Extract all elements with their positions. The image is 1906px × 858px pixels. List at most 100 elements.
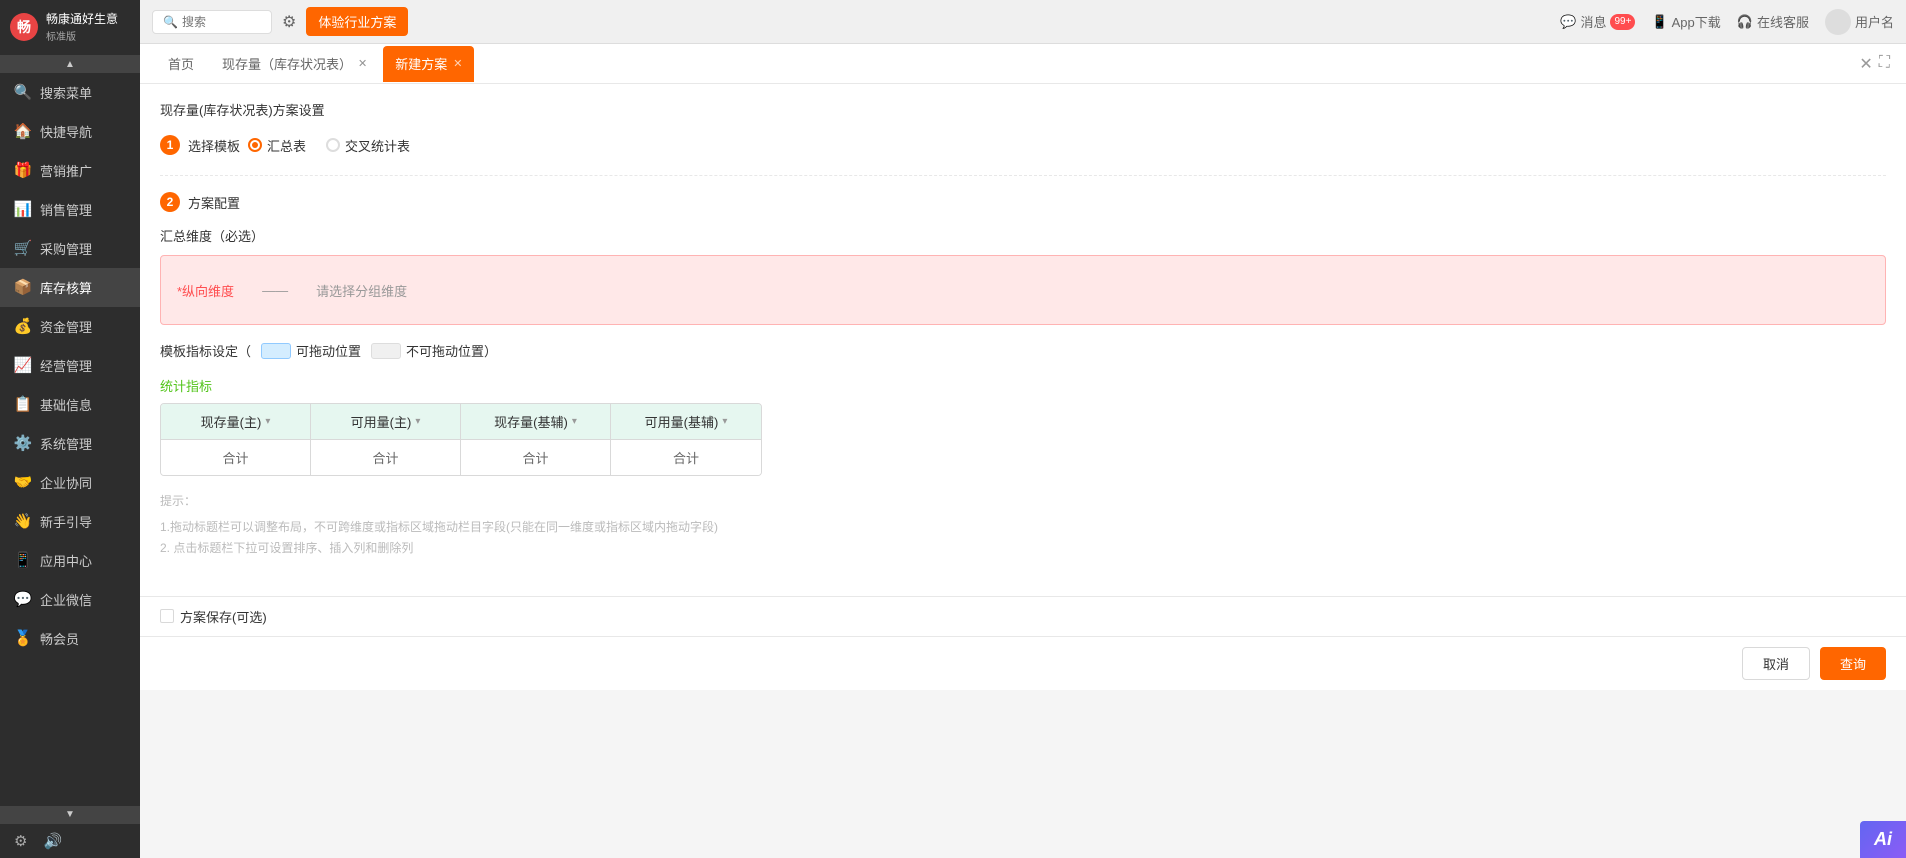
sidebar-item-wechat[interactable]: 💬 企业微信 — [0, 580, 140, 619]
checkbox-icon[interactable] — [160, 609, 174, 623]
tab-actions: ✕ ⛶ — [1859, 54, 1890, 74]
tab-inventory-close-icon[interactable]: ✕ — [358, 57, 367, 70]
app-version: 标准版 — [46, 28, 118, 43]
sidebar-item-marketing[interactable]: 🎁 营销推广 — [0, 151, 140, 190]
online-service-button[interactable]: 🎧 在线客服 — [1737, 12, 1809, 31]
sidebar-item-search-menu[interactable]: 🔍 搜索菜单 — [0, 73, 140, 112]
main-area: 🔍 ⚙ 体验行业方案 💬 消息 99+ 📱 App下载 🎧 在线客服 用户名 — [140, 0, 1906, 858]
sidebar-item-label: 应用中心 — [40, 551, 92, 570]
hints-title: 提示： — [160, 491, 1886, 513]
radio-cross-circle — [326, 138, 340, 152]
topbar-right: 💬 消息 99+ 📱 App下载 🎧 在线客服 用户名 — [1560, 9, 1894, 35]
sidebar-item-label: 快捷导航 — [40, 122, 92, 141]
stats-header-col-3[interactable]: 可用量(基辅) ▾ — [611, 404, 761, 439]
tab-new-plan[interactable]: 新建方案 ✕ — [383, 46, 474, 82]
stats-header-label-2: 现存量(基辅) — [494, 412, 568, 431]
stats-header-col-2[interactable]: 现存量(基辅) ▾ — [461, 404, 611, 439]
finance-icon: 💰 — [14, 317, 32, 335]
expand-icon[interactable]: ⛶ — [1879, 54, 1890, 74]
sidebar-item-sales[interactable]: 📊 销售管理 — [0, 190, 140, 229]
sidebar-scroll-down[interactable]: ▼ — [0, 806, 140, 823]
page-title: 现存量(库存状况表)方案设置 — [160, 100, 1886, 119]
sidebar-item-basic-info[interactable]: 📋 基础信息 — [0, 385, 140, 424]
sidebar-item-purchase[interactable]: 🛒 采购管理 — [0, 229, 140, 268]
radio-cross[interactable]: 交叉统计表 — [326, 136, 410, 155]
sidebar-item-newbie[interactable]: 👋 新手引导 — [0, 502, 140, 541]
sidebar-item-label: 基础信息 — [40, 395, 92, 414]
sidebar-item-member[interactable]: 🏅 畅会员 — [0, 619, 140, 658]
app-logo: 畅 畅康通好生意 标准版 — [0, 0, 140, 56]
dropdown-arrow-0[interactable]: ▾ — [265, 416, 270, 427]
sidebar-item-label: 营销推广 — [40, 161, 92, 180]
stats-header-col-0[interactable]: 现存量(主) ▾ — [161, 404, 311, 439]
query-button[interactable]: 查询 — [1820, 647, 1886, 680]
dimension-config: 汇总维度（必选） *纵向维度 —— 请选择分组维度 — [160, 226, 1886, 325]
basic-info-icon: 📋 — [14, 395, 32, 413]
sidebar-item-cooperation[interactable]: 🤝 企业协同 — [0, 463, 140, 502]
hints-section: 提示： 1.拖动标题栏可以调整布局，不可跨维度或指标区域拖动栏目字段(只能在同一… — [160, 491, 1886, 560]
message-button[interactable]: 💬 消息 99+ — [1560, 12, 1635, 31]
app-download-button[interactable]: 📱 App下载 — [1651, 12, 1720, 31]
stats-header-col-1[interactable]: 可用量(主) ▾ — [311, 404, 461, 439]
system-icon: ⚙️ — [14, 434, 32, 452]
template-indicator-prefix: 模板指标设定（ — [160, 341, 251, 360]
non-draggable-label: 不可拖动位置） — [406, 341, 497, 360]
trial-button[interactable]: 体验行业方案 — [306, 7, 408, 36]
save-checkbox[interactable]: 方案保存(可选) — [160, 607, 267, 626]
step2-title: 方案配置 — [188, 193, 240, 212]
stats-header-label-1: 可用量(主) — [351, 412, 412, 431]
sidebar-item-label: 系统管理 — [40, 434, 92, 453]
member-icon: 🏅 — [14, 629, 32, 647]
stats-table: 现存量(主) ▾ 可用量(主) ▾ 现存量(基辅) ▾ — [160, 403, 762, 476]
step1-badge: 1 — [160, 135, 180, 155]
search-input[interactable] — [182, 15, 262, 29]
cancel-button[interactable]: 取消 — [1742, 647, 1810, 680]
close-panel-icon[interactable]: ✕ — [1859, 54, 1872, 74]
hint-2: 2. 点击标题栏下拉可设置排序、插入列和删除列 — [160, 538, 1886, 560]
sidebar-bottom: ⚙ 🔊 — [0, 823, 140, 858]
settings-icon[interactable]: ⚙ — [14, 832, 27, 850]
dimension-area[interactable]: *纵向维度 —— 请选择分组维度 — [160, 255, 1886, 325]
stats-header-row: 现存量(主) ▾ 可用量(主) ▾ 现存量(基辅) ▾ — [161, 404, 761, 439]
stats-header-label-3: 可用量(基辅) — [645, 412, 719, 431]
sidebar-item-finance[interactable]: 💰 资金管理 — [0, 307, 140, 346]
logo-icon: 畅 — [10, 13, 38, 41]
tab-new-plan-label: 新建方案 — [395, 54, 447, 73]
sidebar-item-label: 新手引导 — [40, 512, 92, 531]
sidebar-item-inventory[interactable]: 📦 库存核算 — [0, 268, 140, 307]
radio-cross-label: 交叉统计表 — [345, 136, 410, 155]
sidebar-item-app-center[interactable]: 📱 应用中心 — [0, 541, 140, 580]
step-divider — [160, 175, 1886, 176]
template-indicator: 模板指标设定（ 可拖动位置 不可拖动位置） — [160, 341, 1886, 360]
dropdown-arrow-3[interactable]: ▾ — [722, 416, 727, 427]
radio-summary[interactable]: 汇总表 — [248, 136, 306, 155]
dropdown-arrow-1[interactable]: ▾ — [415, 416, 420, 427]
sidebar-item-quick-nav[interactable]: 🏠 快捷导航 — [0, 112, 140, 151]
footer-buttons: 取消 查询 — [140, 636, 1906, 690]
user-menu[interactable]: 用户名 — [1825, 9, 1894, 35]
hint-1: 1.拖动标题栏可以调整布局，不可跨维度或指标区域拖动栏目字段(只能在同一维度或指… — [160, 517, 1886, 539]
sidebar-item-label: 采购管理 — [40, 239, 92, 258]
tabbar: 首页 现存量（库存状况表） ✕ 新建方案 ✕ ✕ ⛶ — [140, 44, 1906, 84]
tab-new-plan-close-icon[interactable]: ✕ — [453, 57, 462, 70]
sidebar-nav: 🔍 搜索菜单 🏠 快捷导航 🎁 营销推广 📊 销售管理 🛒 采购管理 📦 库存核… — [0, 73, 140, 806]
tab-inventory-status[interactable]: 现存量（库存状况表） ✕ — [210, 46, 379, 82]
stats-body-col-2: 合计 — [461, 440, 611, 475]
sidebar-item-label: 库存核算 — [40, 278, 92, 297]
sidebar-item-label: 企业微信 — [40, 590, 92, 609]
stats-title: 统计指标 — [160, 376, 1886, 395]
sidebar-item-business[interactable]: 📈 经营管理 — [0, 346, 140, 385]
stats-body-label-1: 合计 — [372, 448, 398, 467]
tab-home[interactable]: 首页 — [156, 46, 206, 82]
ai-badge[interactable]: Ai — [1860, 821, 1906, 858]
tab-inventory-label: 现存量（库存状况表） — [222, 54, 352, 73]
sidebar-item-system[interactable]: ⚙️ 系统管理 — [0, 424, 140, 463]
stats-body-label-2: 合计 — [522, 448, 548, 467]
app-download-label: App下载 — [1672, 12, 1721, 31]
dropdown-arrow-2[interactable]: ▾ — [572, 416, 577, 427]
sound-icon[interactable]: 🔊 — [43, 832, 62, 850]
step2-section: 2 方案配置 汇总维度（必选） *纵向维度 —— 请选择分组维度 模板指标设定（ — [160, 192, 1886, 560]
gear-icon[interactable]: ⚙ — [282, 12, 296, 32]
search-box[interactable]: 🔍 — [152, 10, 272, 34]
sidebar-scroll-up[interactable]: ▲ — [0, 56, 140, 73]
